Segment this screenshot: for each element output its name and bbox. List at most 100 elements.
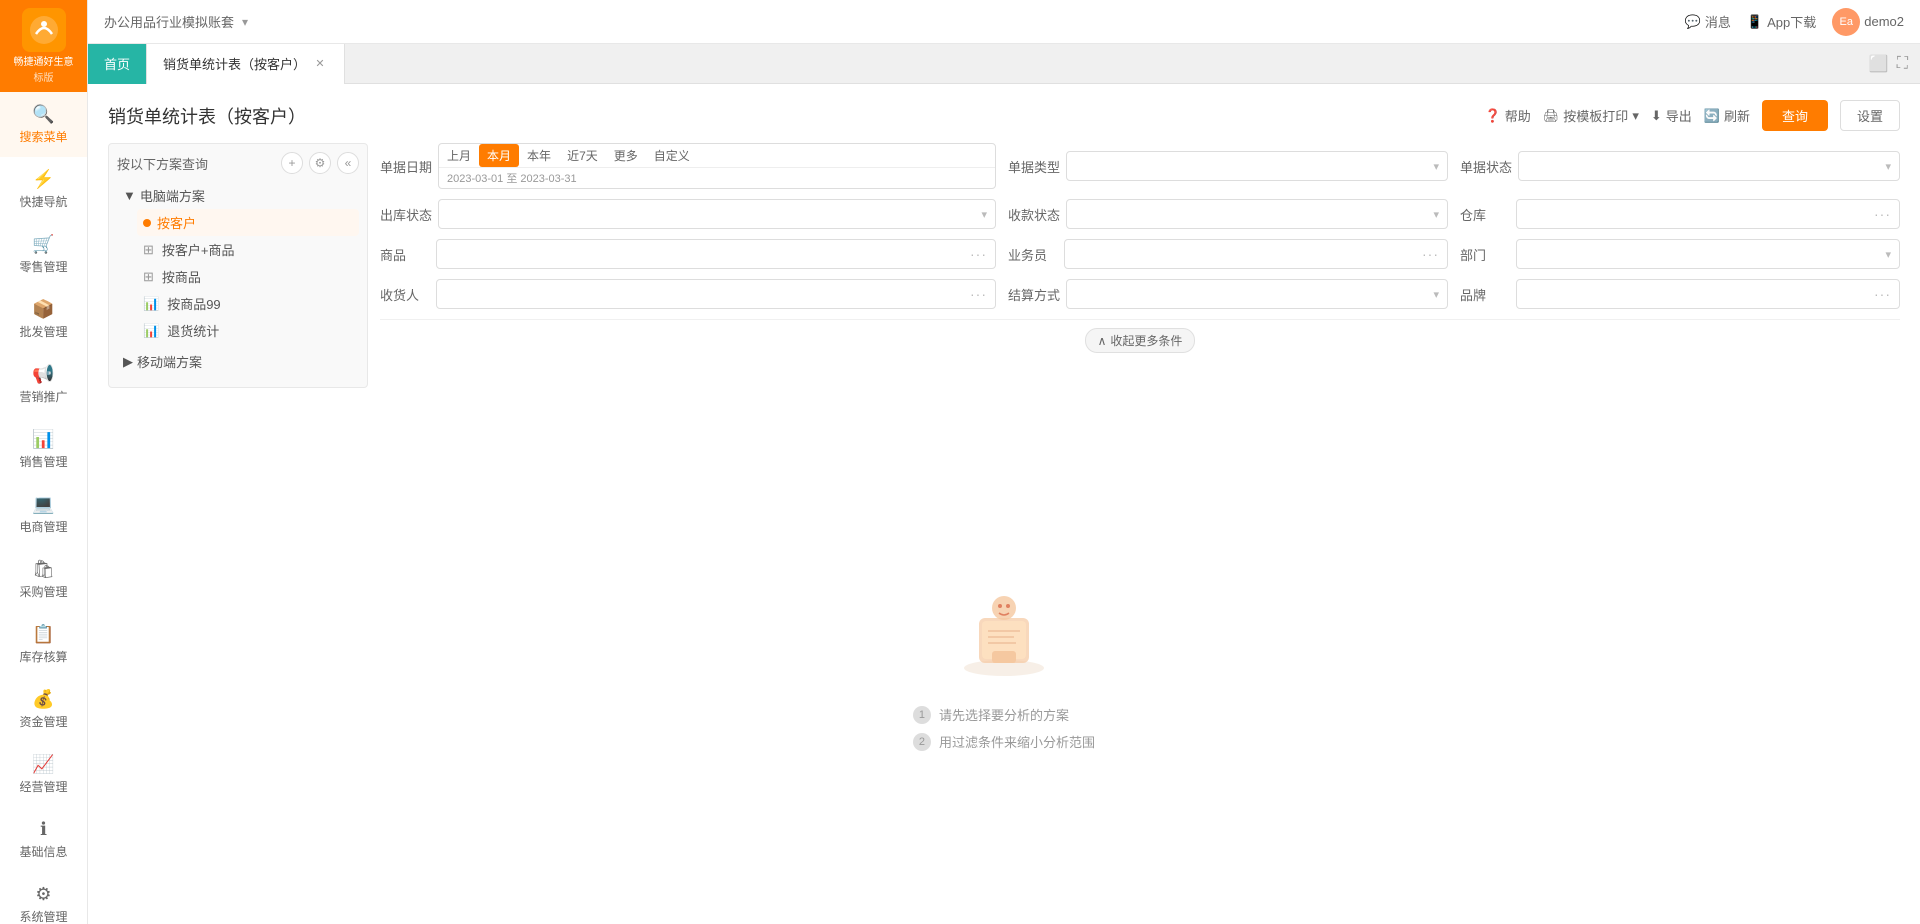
date-tab-lastmonth[interactable]: 上月: [439, 144, 479, 167]
date-tab-7days[interactable]: 近7天: [559, 144, 606, 167]
print-icon: 🖨: [1543, 108, 1560, 124]
receiptstatus-label: 收款状态: [1008, 205, 1060, 224]
logo-icon: [22, 8, 66, 52]
help-icon: ❓: [1485, 108, 1501, 124]
filter-item-consignee: 收货人 ···: [380, 279, 996, 309]
expand-icon[interactable]: ⛶: [1897, 55, 1908, 73]
scheme-item-goods99[interactable]: 📊 按商品99: [137, 290, 359, 317]
sidebar-item-marketing[interactable]: 📢 营销推广: [0, 352, 87, 417]
sidebar-item-retail[interactable]: 🛒 零售管理: [0, 222, 87, 287]
app-download-label: App下载: [1767, 12, 1816, 31]
consignee-control[interactable]: ···: [436, 279, 996, 309]
scheme-label-goods: 按商品: [162, 267, 201, 286]
collapse-button[interactable]: ∧ 收起更多条件: [1085, 328, 1196, 353]
export-label: 导出: [1666, 106, 1692, 125]
system-icon: ⚙: [35, 884, 51, 905]
goods-control[interactable]: ···: [436, 239, 996, 269]
add-icon: +: [288, 156, 295, 170]
date-tab-more[interactable]: 更多: [606, 144, 646, 167]
page-title: 销货单统计表（按客户）: [108, 103, 306, 129]
sidebar-item-basicinfo[interactable]: ℹ 基础信息: [0, 807, 87, 872]
minimize-icon[interactable]: ⬜: [1869, 54, 1889, 74]
message-button[interactable]: 💬 消息: [1685, 12, 1731, 31]
home-tab-label: 首页: [104, 54, 130, 73]
sidebar-item-operation[interactable]: 📈 经营管理: [0, 742, 87, 807]
department-control[interactable]: ▾: [1516, 239, 1900, 269]
settings-button[interactable]: 设置: [1840, 100, 1900, 131]
tab-close-button[interactable]: ✕: [312, 56, 328, 72]
finance-icon: 💰: [32, 689, 54, 710]
scheme-item-goods[interactable]: ⊞ 按商品: [137, 263, 359, 290]
filter-row-3: 商品 ··· 业务员 ···: [380, 239, 1900, 269]
sidebar-item-purchase[interactable]: 🛍 采购管理: [0, 547, 87, 612]
tab-report[interactable]: 销货单统计表（按客户） ✕: [147, 44, 345, 84]
date-tab-thisyear[interactable]: 本年: [519, 144, 559, 167]
desktop-scheme-label: 电脑端方案: [140, 186, 205, 205]
docstatus-label: 单据状态: [1460, 157, 1512, 176]
sidebar-item-search[interactable]: 🔍 搜索菜单: [0, 92, 87, 157]
filter-item-salesman: 业务员 ···: [1008, 239, 1448, 269]
sidebar-label-sales: 销售管理: [19, 453, 67, 470]
date-tab-thismonth[interactable]: 本月: [479, 144, 519, 167]
collapse-scheme-button[interactable]: «: [337, 152, 359, 174]
goods-label: 商品: [380, 245, 430, 264]
help-button[interactable]: ❓ 帮助: [1485, 106, 1531, 125]
sidebar-item-inventory[interactable]: 📋 库存核算: [0, 612, 87, 677]
payment-control[interactable]: ▾: [1066, 279, 1448, 309]
add-scheme-button[interactable]: +: [281, 152, 303, 174]
filter-item-brand: 品牌 ···: [1460, 279, 1900, 309]
date-tabs: 上月 本月 本年 近7天 更多 自定义: [439, 144, 995, 168]
filter-item-goods: 商品 ···: [380, 239, 996, 269]
date-range-text: 2023-03-01 至 2023-03-31: [439, 168, 995, 188]
topbar-left: 办公用品行业模拟账套 ▾: [104, 12, 248, 31]
mobile-scheme-parent[interactable]: ▶ 移动端方案: [117, 348, 359, 375]
app-download-button[interactable]: 📱 App下载: [1747, 12, 1816, 31]
docstatus-control[interactable]: ▾: [1518, 151, 1900, 181]
scheme-item-customer[interactable]: 按客户: [137, 209, 359, 236]
warehouse-control[interactable]: ···: [1516, 199, 1900, 229]
refresh-button[interactable]: 🔄 刷新: [1704, 106, 1750, 125]
filter-row-2: 出库状态 ▾ 收款状态 ▾: [380, 199, 1900, 229]
date-range-control[interactable]: 上月 本月 本年 近7天 更多 自定义 2023-03-01 至 2023-03…: [438, 143, 996, 189]
sidebar-item-sales[interactable]: 📊 销售管理: [0, 417, 87, 482]
sidebar-item-ecommerce[interactable]: 💻 电商管理: [0, 482, 87, 547]
search-icon: 🔍: [32, 104, 54, 125]
doctype-control[interactable]: ▾: [1066, 151, 1448, 181]
sidebar-item-wholesale[interactable]: 📦 批发管理: [0, 287, 87, 352]
sidebar-item-system[interactable]: ⚙ 系统管理: [0, 872, 87, 924]
filter-item-department: 部门 ▾: [1460, 239, 1900, 269]
warehouse-label: 仓库: [1460, 205, 1510, 224]
user-avatar-area[interactable]: Ea demo2: [1832, 8, 1904, 36]
topbar-dropdown-arrow[interactable]: ▾: [242, 15, 248, 29]
query-button[interactable]: 查询: [1762, 100, 1828, 131]
page-header: 销货单统计表（按客户） ❓ 帮助 🖨 按模板打印 ▾ ⬇ 导出 🔄 刷新: [88, 84, 1920, 131]
brand-more: ···: [1874, 286, 1891, 302]
sidebar-item-finance[interactable]: 💰 资金管理: [0, 677, 87, 742]
brand-control[interactable]: ···: [1516, 279, 1900, 309]
page-content: 销货单统计表（按客户） ❓ 帮助 🖨 按模板打印 ▾ ⬇ 导出 🔄 刷新: [88, 84, 1920, 924]
collapse-up-icon: ∧: [1098, 334, 1107, 348]
refresh-icon: 🔄: [1704, 108, 1720, 124]
scheme-item-return[interactable]: 📊 退货统计: [137, 317, 359, 344]
desktop-scheme-parent[interactable]: ▼ 电脑端方案: [117, 182, 359, 209]
settings-scheme-button[interactable]: ⚙: [309, 152, 331, 174]
date-tab-custom[interactable]: 自定义: [646, 144, 698, 167]
outstatus-control[interactable]: ▾: [438, 199, 996, 229]
sidebar-item-quicknav[interactable]: ⚡ 快捷导航: [0, 157, 87, 222]
tip-text-2: 用过滤条件来缩小分析范围: [939, 732, 1095, 751]
purchase-icon: 🛍: [32, 559, 55, 580]
tab-home[interactable]: 首页: [88, 44, 147, 84]
salesman-control[interactable]: ···: [1064, 239, 1448, 269]
export-button[interactable]: ⬇ 导出: [1651, 106, 1692, 125]
consignee-more: ···: [970, 286, 987, 302]
scheme-item-customer-goods[interactable]: ⊞ 按客户+商品: [137, 236, 359, 263]
logo-subtitle: 标版: [34, 69, 54, 84]
scheme-panel-title: 按以下方案查询: [117, 154, 208, 173]
scheme-icon-4: 📊: [143, 323, 159, 339]
print-button[interactable]: 🖨 按模板打印 ▾: [1543, 106, 1639, 125]
outstatus-arrow: ▾: [981, 208, 987, 221]
receiptstatus-control[interactable]: ▾: [1066, 199, 1448, 229]
scheme-panel-actions: + ⚙ «: [281, 152, 359, 174]
sidebar-label-ecommerce: 电商管理: [19, 518, 67, 535]
receiptstatus-arrow: ▾: [1433, 208, 1439, 221]
